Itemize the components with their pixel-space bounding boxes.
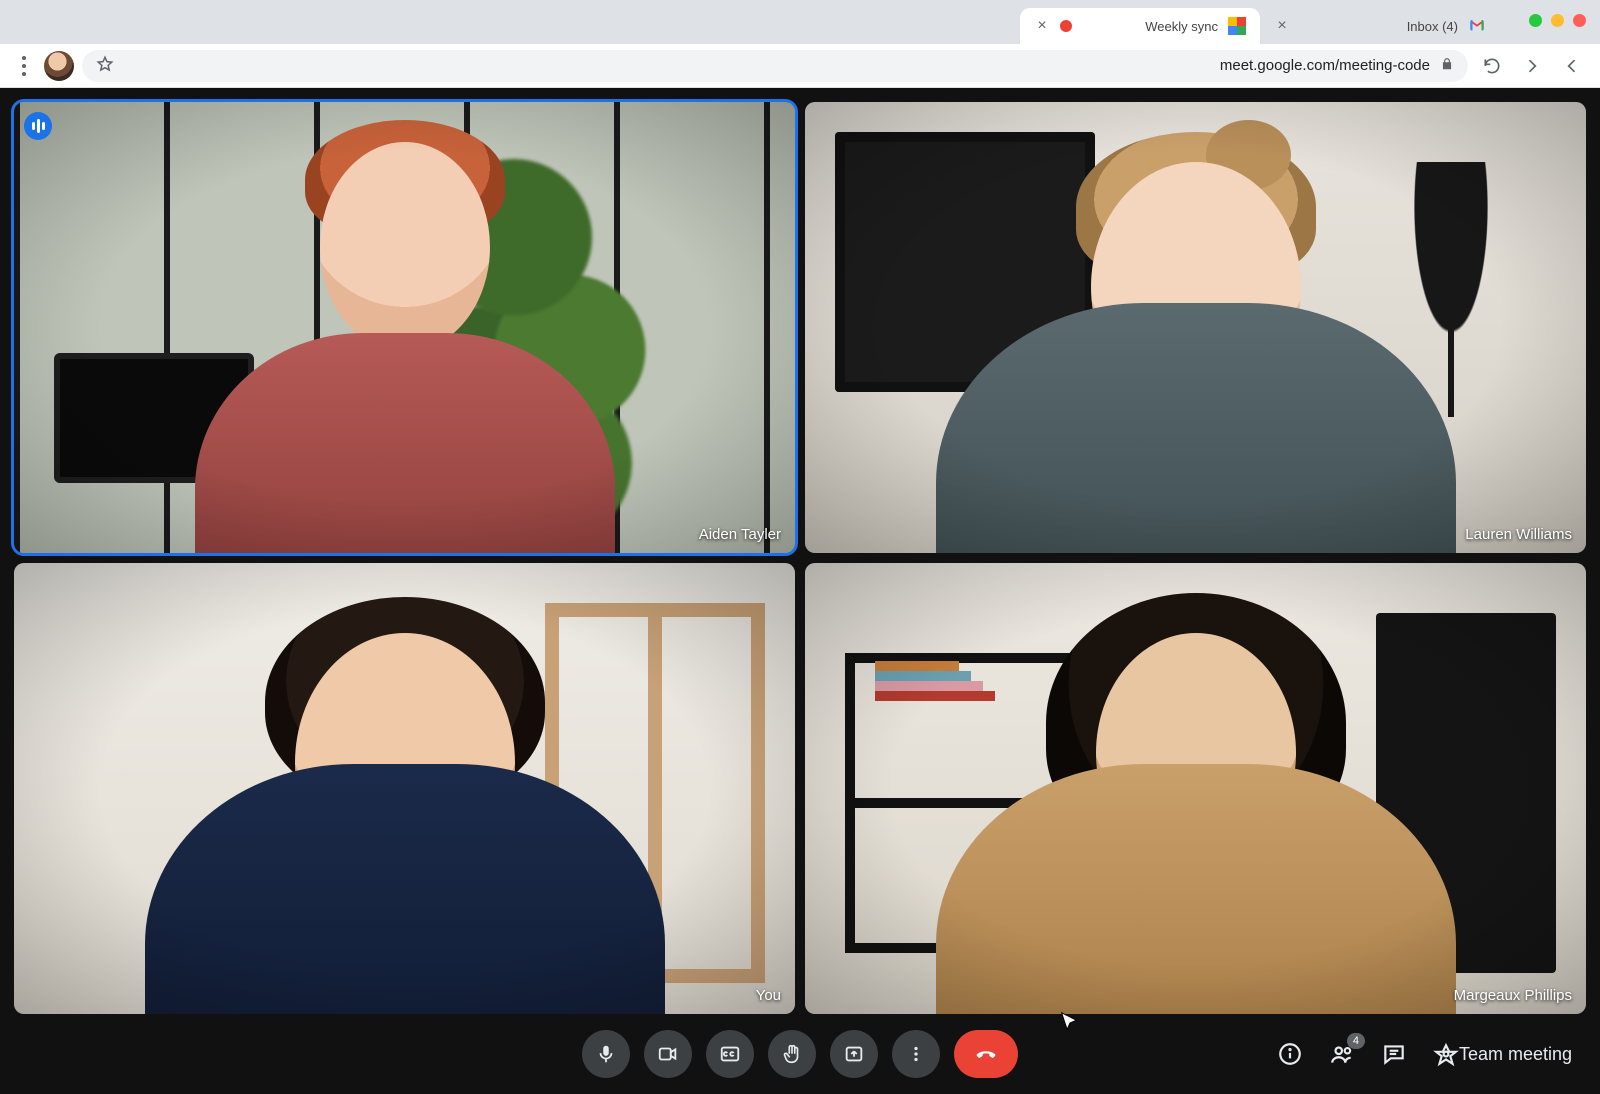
lock-icon (1440, 57, 1454, 75)
tab-inbox[interactable]: Inbox (4) × (1260, 8, 1500, 44)
meet-icon (1228, 17, 1246, 35)
browser-menu-button[interactable] (12, 56, 36, 76)
window-maximize-button[interactable] (1529, 14, 1542, 27)
window-minimize-button[interactable] (1551, 14, 1564, 27)
participant-name: You (756, 987, 781, 1004)
tabs: Inbox (4) × Weekly sync × (1020, 0, 1500, 44)
raise-hand-button[interactable] (768, 1030, 816, 1078)
video-grid: Lauren Williams Aiden Tayler Margeaux (0, 88, 1600, 1014)
meet-app: Lauren Williams Aiden Tayler Margeaux (0, 88, 1600, 1094)
close-icon[interactable]: × (1034, 18, 1050, 34)
captions-button[interactable] (706, 1030, 754, 1078)
bookmark-star-icon[interactable] (96, 55, 114, 77)
profile-avatar[interactable] (44, 51, 74, 81)
call-controls (582, 1030, 1018, 1078)
browser-tabstrip: Inbox (4) × Weekly sync × (0, 0, 1600, 44)
tab-meeting[interactable]: Weekly sync × (1020, 8, 1260, 44)
meet-bottom-bar: Team meeting (0, 1014, 1600, 1094)
participant-name: Lauren Williams (1465, 526, 1572, 543)
cursor-icon (1058, 1011, 1080, 1038)
mic-button[interactable] (582, 1030, 630, 1078)
participant-name: Margeaux Phillips (1454, 987, 1572, 1004)
chat-button[interactable] (1381, 1041, 1407, 1067)
more-options-button[interactable] (892, 1030, 940, 1078)
meeting-info-button[interactable] (1277, 1041, 1303, 1067)
browser-toolbar: meet.google.com/meeting-code (0, 44, 1600, 88)
nav-reload-button[interactable] (1476, 50, 1508, 82)
window-close-button[interactable] (1573, 14, 1586, 27)
address-bar[interactable]: meet.google.com/meeting-code (82, 50, 1468, 82)
participant-name: Aiden Tayler (699, 526, 781, 543)
speaking-indicator-icon (24, 112, 52, 140)
leave-call-button[interactable] (954, 1030, 1018, 1078)
camera-button[interactable] (644, 1030, 692, 1078)
participant-count-badge: 4 (1347, 1033, 1365, 1049)
tab-title: Inbox (4) (1300, 19, 1458, 34)
tab-title: Weekly sync (1082, 19, 1218, 34)
nav-back-button[interactable] (1556, 50, 1588, 82)
participant-tile-aiden[interactable]: Aiden Tayler (14, 102, 795, 553)
panel-controls: 4 (1277, 1041, 1459, 1067)
participant-tile-margeaux[interactable]: Margeaux Phillips (805, 563, 1586, 1014)
participant-tile-lauren[interactable]: Lauren Williams (805, 102, 1586, 553)
recording-indicator-icon (1060, 20, 1072, 32)
gmail-icon (1468, 17, 1486, 35)
window-controls (1529, 14, 1586, 27)
meeting-name: Team meeting (1459, 1044, 1572, 1065)
close-icon[interactable]: × (1274, 18, 1290, 34)
nav-forward-button[interactable] (1516, 50, 1548, 82)
activities-button[interactable] (1433, 1041, 1459, 1067)
present-button[interactable] (830, 1030, 878, 1078)
url-text: meet.google.com/meeting-code (124, 57, 1430, 74)
participant-tile-self[interactable]: You (14, 563, 795, 1014)
people-button[interactable]: 4 (1329, 1041, 1355, 1067)
